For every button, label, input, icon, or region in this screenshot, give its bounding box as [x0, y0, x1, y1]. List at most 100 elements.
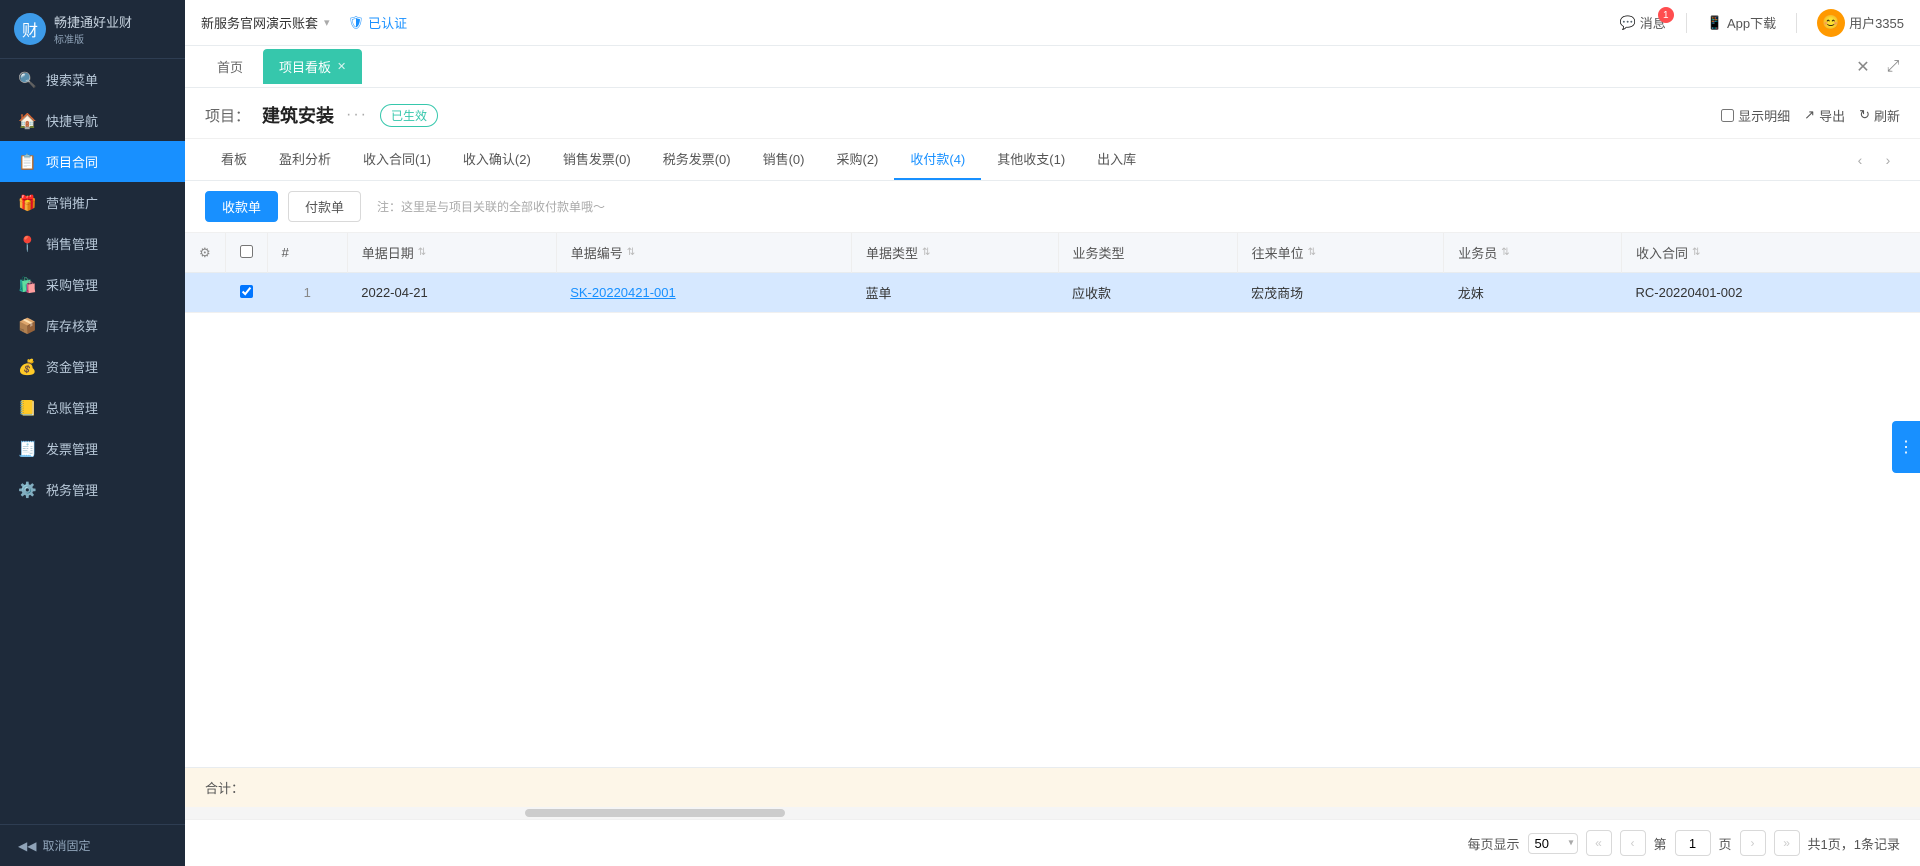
th-date[interactable]: 单据日期 ⇅ — [347, 233, 556, 273]
row-type-value: 蓝单 — [865, 286, 891, 301]
sub-tab-income-confirm[interactable]: 收入确认(2) — [447, 139, 547, 180]
sub-tab-payment[interactable]: 收付款(4) — [894, 139, 981, 180]
sub-tab-kanban-label: 看板 — [221, 152, 247, 167]
sub-tab-next-button[interactable]: › — [1876, 148, 1900, 172]
sub-tab-sales-invoice[interactable]: 销售发票(0) — [547, 139, 647, 180]
search-icon: 🔍 — [18, 71, 36, 89]
td-row-code[interactable]: SK-20220421-001 — [556, 273, 851, 313]
marketing-icon: 🎁 — [18, 194, 36, 212]
sort-icon-income-contract: ⇅ — [1692, 247, 1700, 258]
sub-tab-nav: ‹ › — [1848, 148, 1900, 172]
row-salesman-value: 龙妹 — [1458, 286, 1484, 301]
sidebar-item-ledger[interactable]: 📒 总账管理 — [0, 387, 185, 428]
page-size-select[interactable]: 20 50 100 — [1528, 833, 1578, 854]
show-detail-checkbox[interactable]: 显示明细 — [1721, 106, 1790, 125]
refresh-icon: ↻ — [1859, 107, 1870, 123]
show-detail-input[interactable] — [1721, 109, 1734, 122]
sub-tab-tax-invoice[interactable]: 税务发票(0) — [647, 139, 747, 180]
horizontal-scrollbar[interactable] — [185, 807, 1920, 819]
topbar-divider-2 — [1796, 13, 1797, 33]
receipt-filter-button[interactable]: 收款单 — [205, 191, 278, 222]
messages-button[interactable]: 💬 消息 1 — [1620, 13, 1666, 32]
sidebar-unpin[interactable]: ◀◀ 取消固定 — [0, 824, 185, 866]
row-checkbox[interactable] — [240, 285, 253, 298]
sidebar-item-funds[interactable]: 💰 资金管理 — [0, 346, 185, 387]
tab-project-board-label: 项目看板 — [279, 57, 331, 76]
last-page-button[interactable]: » — [1774, 830, 1800, 856]
tab-home[interactable]: 首页 — [201, 49, 259, 84]
sub-tab-payment-label: 收付款(4) — [910, 152, 965, 167]
total-label: 合计： — [205, 778, 244, 797]
th-income-contract[interactable]: 收入合同 ⇅ — [1621, 233, 1920, 273]
app-download-button[interactable]: 📱 App下载 — [1707, 13, 1776, 32]
tab-close-icon[interactable]: ✕ — [337, 60, 346, 73]
sidebar-item-tax[interactable]: ⚙️ 税务管理 — [0, 469, 185, 510]
message-icon: 💬 — [1620, 15, 1636, 31]
maximize-window-button[interactable]: ⤢ — [1882, 56, 1904, 78]
sub-tab-purchase[interactable]: 采购(2) — [820, 139, 894, 180]
export-button[interactable]: ↗ 导出 — [1804, 106, 1845, 125]
total-row: 合计： — [185, 767, 1920, 807]
sidebar-item-contract[interactable]: 📋 项目合同 — [0, 141, 185, 182]
project-header-actions: 显示明细 ↗ 导出 ↻ 刷新 — [1721, 106, 1900, 125]
sidebar-item-purchase[interactable]: 🛍️ 采购管理 — [0, 264, 185, 305]
sidebar-item-search[interactable]: 🔍 搜索菜单 — [0, 59, 185, 100]
sidebar-item-invoice[interactable]: 🧾 发票管理 — [0, 428, 185, 469]
content-area: 项目： 建筑安装 ··· 已生效 显示明细 ↗ 导出 ↻ 刷新 — [185, 88, 1920, 866]
sub-tab-profit[interactable]: 盈利分析 — [263, 139, 347, 180]
payment-filter-button[interactable]: 付款单 — [288, 191, 361, 222]
table-container: ⚙ # 单据日期 ⇅ — [185, 233, 1920, 767]
account-selector[interactable]: 新服务官网演示账套 ▾ — [201, 13, 330, 32]
select-all-checkbox[interactable] — [240, 245, 253, 258]
page-suffix: 页 — [1719, 834, 1732, 853]
tab-project-board[interactable]: 项目看板 ✕ — [263, 49, 362, 84]
th-salesman[interactable]: 业务员 ⇅ — [1444, 233, 1622, 273]
td-row-checkbox[interactable] — [225, 273, 267, 313]
sidebar-item-marketing[interactable]: 🎁 营销推广 — [0, 182, 185, 223]
th-checkbox[interactable] — [225, 233, 267, 273]
sub-tab-kanban[interactable]: 看板 — [205, 139, 263, 180]
page-size-wrapper: 20 50 100 — [1528, 833, 1578, 854]
refresh-button[interactable]: ↻ 刷新 — [1859, 106, 1900, 125]
row-code-link[interactable]: SK-20220421-001 — [570, 285, 676, 300]
user-menu[interactable]: 😊 用户3355 — [1817, 9, 1904, 37]
sidebar-item-label-marketing: 营销推广 — [46, 193, 98, 212]
topbar-divider-1 — [1686, 13, 1687, 33]
th-partner[interactable]: 往来单位 ⇅ — [1237, 233, 1444, 273]
sub-tab-inventory[interactable]: 出入库 — [1081, 139, 1152, 180]
data-table: ⚙ # 单据日期 ⇅ — [185, 233, 1920, 313]
sidebar-logo: 财 畅捷通好业财 标准版 — [0, 0, 185, 59]
prev-page-icon: ‹ — [1631, 836, 1635, 850]
sub-tab-prev-button[interactable]: ‹ — [1848, 148, 1872, 172]
th-biz-type-label: 业务类型 — [1073, 246, 1125, 261]
floating-panel-button[interactable]: ⋮ — [1892, 421, 1920, 473]
sub-tab-other-income[interactable]: 其他收支(1) — [981, 139, 1081, 180]
th-code[interactable]: 单据编号 ⇅ — [556, 233, 851, 273]
table-header-row: ⚙ # 单据日期 ⇅ — [185, 233, 1920, 273]
sub-tab-income-contract[interactable]: 收入合同(1) — [347, 139, 447, 180]
unpin-icon: ◀◀ — [18, 839, 36, 853]
project-status-badge: 已生效 — [380, 104, 438, 127]
messages-badge: 1 — [1658, 7, 1674, 23]
th-date-label: 单据日期 — [362, 243, 414, 262]
next-page-button[interactable]: › — [1740, 830, 1766, 856]
th-type[interactable]: 单据类型 ⇅ — [851, 233, 1058, 273]
sidebar-item-label-sales: 销售管理 — [46, 234, 98, 253]
scrollbar-thumb[interactable] — [525, 809, 785, 817]
sub-tab-sales[interactable]: 销售(0) — [747, 139, 821, 180]
table-row[interactable]: 1 2022-04-21 SK-20220421-001 蓝单 应收款 — [185, 273, 1920, 313]
sidebar-item-quicknav[interactable]: 🏠 快捷导航 — [0, 100, 185, 141]
phone-icon: 📱 — [1707, 15, 1723, 31]
prev-page-button[interactable]: ‹ — [1620, 830, 1646, 856]
sidebar-item-label-contract: 项目合同 — [46, 152, 98, 171]
show-detail-label: 显示明细 — [1738, 106, 1790, 125]
td-row-num: 1 — [267, 273, 347, 313]
sidebar-item-inventory[interactable]: 📦 库存核算 — [0, 305, 185, 346]
close-window-button[interactable]: ✕ — [1852, 56, 1874, 78]
project-more-button[interactable]: ··· — [346, 106, 368, 124]
sidebar-item-sales[interactable]: 📍 销售管理 — [0, 223, 185, 264]
first-page-button[interactable]: « — [1586, 830, 1612, 856]
page-number-input[interactable] — [1675, 830, 1711, 856]
th-settings[interactable]: ⚙ — [185, 233, 225, 273]
td-row-salesman: 龙妹 — [1444, 273, 1622, 313]
